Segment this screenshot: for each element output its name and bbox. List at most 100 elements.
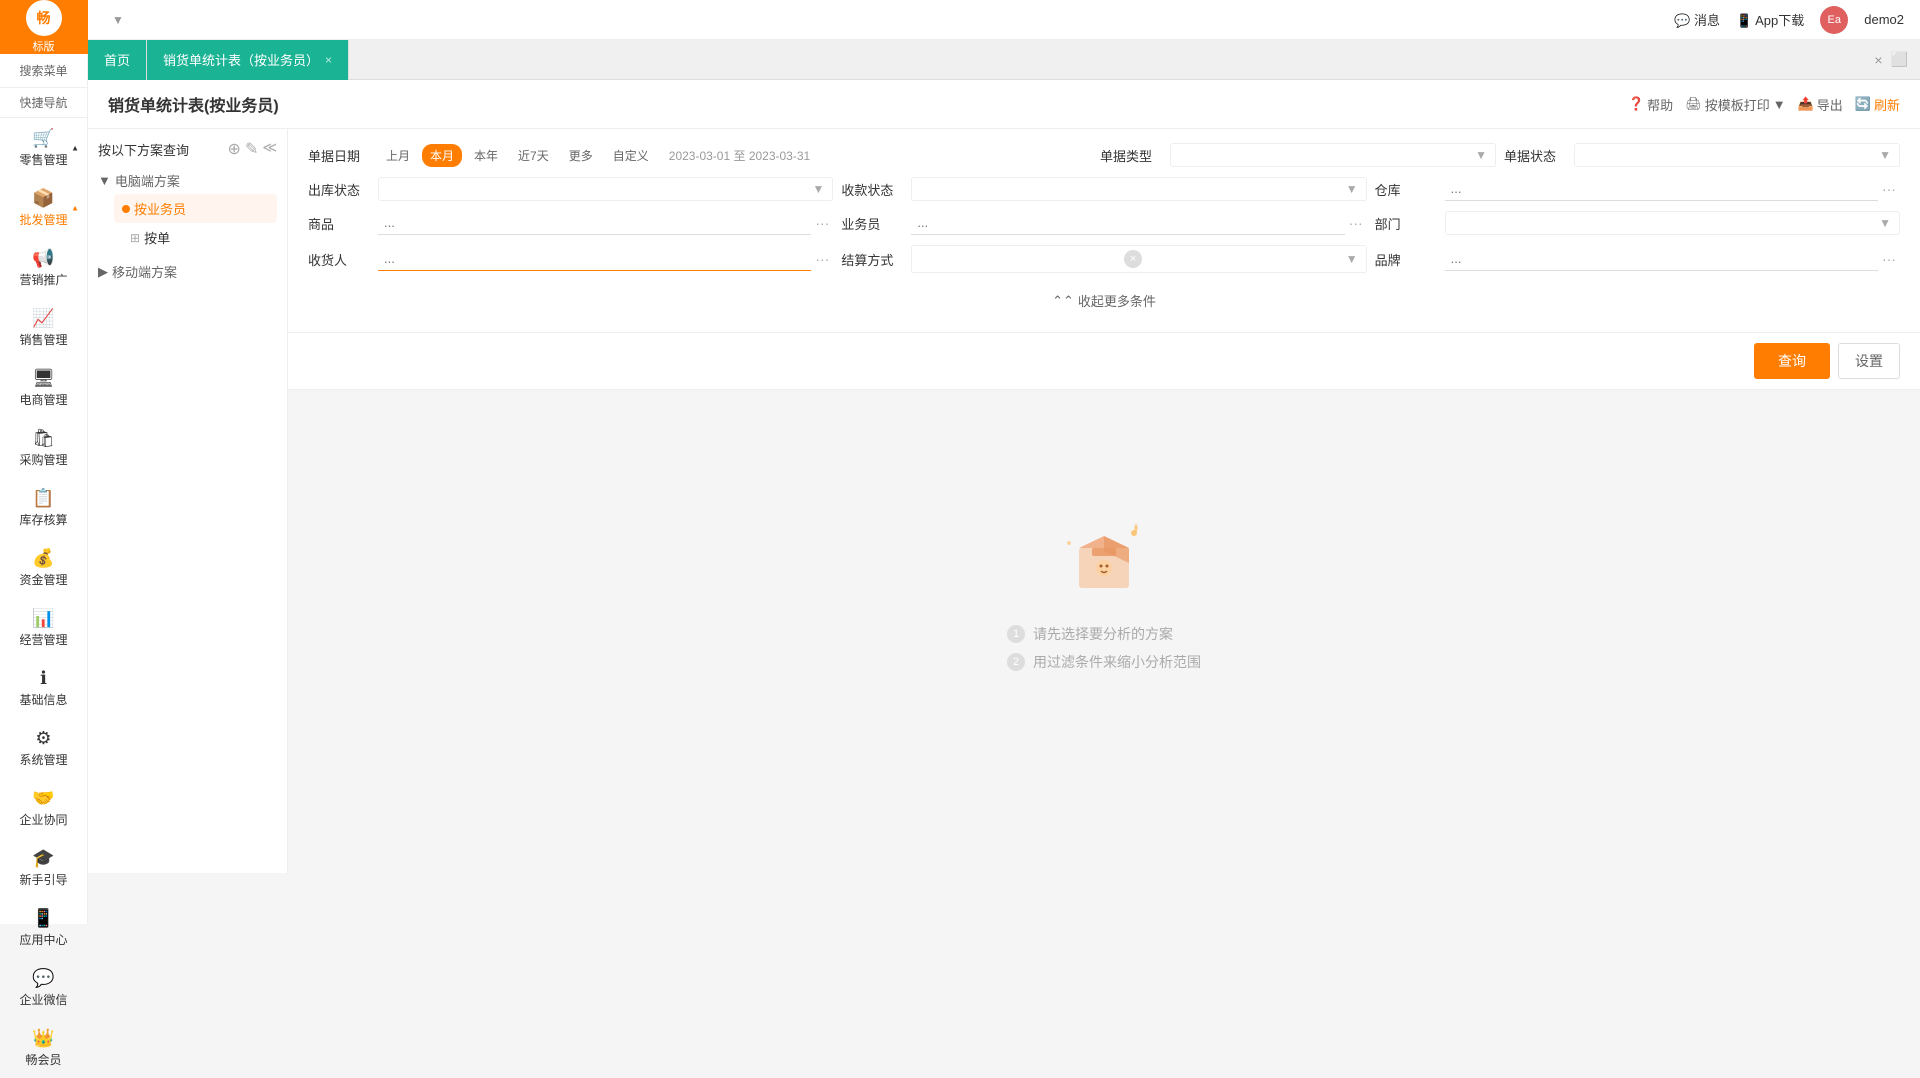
sidebar-item-appcenter[interactable]: 📱 应用中心 (0, 898, 87, 958)
empty-state: 1 请先选择要分析的方案 2 用过滤条件来缩小分析范围 (288, 390, 1920, 790)
doc-type-arrow: ▼ (1475, 148, 1487, 162)
edit-scheme-btn[interactable]: ✎ (245, 139, 258, 159)
quick-nav-label[interactable]: 快捷导航 (19, 96, 67, 110)
date-label: 单据日期 (308, 146, 378, 165)
sidebar-item-member[interactable]: 👑 畅会员 (0, 1018, 87, 1078)
quick-nav-btn[interactable]: 快捷导航 (0, 88, 87, 118)
dept-select[interactable]: ▼ (1445, 211, 1900, 235)
sidebar-item-label: 经营管理 (19, 631, 67, 648)
goods-input[interactable] (378, 211, 811, 235)
sidebar-item-newbie[interactable]: 🎓 新手引导 (0, 838, 87, 898)
print-arrow[interactable]: ▼ (1773, 97, 1786, 112)
help-icon: ❓ (1628, 96, 1644, 112)
filter-brand: 品牌 ··· (1375, 247, 1900, 271)
member-icon: 👑 (32, 1028, 54, 1049)
app-selector-arrow[interactable]: ▼ (112, 13, 124, 27)
empty-hint-1: 1 请先选择要分析的方案 (1007, 624, 1201, 644)
app-download-btn[interactable]: 📱 App下载 (1736, 10, 1804, 29)
date-btn-this-month[interactable]: 本月 (422, 144, 462, 167)
salesperson-input[interactable] (911, 211, 1344, 235)
tab-sales-stat-label: 销货单统计表（按业务员） (163, 50, 319, 69)
search-menu-label[interactable]: 搜索菜单 (19, 64, 67, 78)
collapse-panel-btn[interactable]: ≪ (262, 139, 277, 159)
payment-status-label: 收款状态 (841, 180, 911, 199)
filter-row-1: 单据日期 上月 本月 本年 近7天 更多 自定义 2023-03-01 至 20… (308, 143, 1900, 167)
filter-warehouse: 仓库 ··· (1375, 177, 1900, 201)
scheme-mobile-title[interactable]: ▶ 移动端方案 (98, 258, 277, 285)
help-btn[interactable]: ❓ 帮助 (1628, 95, 1673, 114)
sidebar-item-label: 基础信息 (19, 691, 67, 708)
scheme-by-order[interactable]: ⊞ 按单 (114, 223, 277, 252)
search-menu-btn[interactable]: 搜索菜单 (0, 54, 87, 88)
window-maximize-btn[interactable]: ⬜ (1891, 51, 1908, 68)
date-btn-7days[interactable]: 近7天 (510, 144, 557, 167)
sidebar-item-inventory[interactable]: 📋 库存核算 (0, 478, 87, 538)
payment-status-select[interactable]: ▼ (911, 177, 1366, 201)
brand-label: 品牌 (1375, 250, 1445, 269)
hint-text-1: 请先选择要分析的方案 (1033, 624, 1173, 644)
sidebar-item-finance[interactable]: 💰 资金管理 (0, 538, 87, 598)
user-name[interactable]: demo2 (1864, 12, 1904, 27)
setting-button[interactable]: 设置 (1838, 343, 1900, 379)
sidebar-item-wechat[interactable]: 💬 企业微信 (0, 958, 87, 1018)
sidebar-item-retail[interactable]: 🛒 零售管理 (0, 118, 87, 178)
settle-method-select[interactable]: × ▼ (911, 245, 1366, 273)
warehouse-dots[interactable]: ··· (1878, 181, 1900, 197)
date-btn-more[interactable]: 更多 (561, 144, 601, 167)
tab-bar: 首页 销货单统计表（按业务员） × × ⬜ (88, 40, 1920, 80)
date-btn-last-month[interactable]: 上月 (378, 144, 418, 167)
settle-clear-btn[interactable]: × (1124, 250, 1142, 268)
operations-icon: 📊 (32, 608, 54, 629)
sidebar-item-operations[interactable]: 📊 经营管理 (0, 598, 87, 658)
window-close-btn[interactable]: × (1874, 52, 1882, 68)
tab-home-label: 首页 (104, 50, 130, 69)
sidebar-item-enterprise[interactable]: 🤝 企业协同 (0, 778, 87, 838)
sidebar-item-purchase[interactable]: 🛍 采购管理 (0, 418, 87, 478)
date-btn-this-year[interactable]: 本年 (466, 144, 506, 167)
scheme-mobile-arrow: ▶ (98, 264, 108, 280)
sidebar-item-marketing[interactable]: 📢 营销推广 (0, 238, 87, 298)
salesperson-label: 业务员 (841, 214, 911, 233)
filter-goods: 商品 ··· (308, 211, 833, 235)
add-scheme-btn[interactable]: ⊕ (228, 139, 241, 159)
topnav-left: ▼ (104, 13, 124, 27)
doc-type-select[interactable]: ▼ (1170, 143, 1496, 167)
refresh-btn[interactable]: 🔄 刷新 (1855, 95, 1900, 114)
sales-icon: 📈 (32, 308, 54, 329)
out-status-select[interactable]: ▼ (378, 177, 833, 201)
scheme-desktop-title[interactable]: ▼ 电脑端方案 (98, 167, 277, 194)
user-avatar[interactable]: Ea (1820, 6, 1848, 34)
sidebar-item-label: 企业协同 (19, 811, 67, 828)
wholesale-icon: 📦 (32, 188, 54, 209)
tab-home[interactable]: 首页 (88, 40, 147, 80)
query-button[interactable]: 查询 (1754, 343, 1830, 379)
brand-dots[interactable]: ··· (1878, 251, 1900, 267)
main-area: ▼ 💬 消息 📱 App下载 Ea demo2 首页 销货单统计表（按业务员） … (88, 0, 1920, 924)
left-panel: 按以下方案查询 ⊕ ✎ ≪ ▼ 电脑端方案 按业 (88, 129, 288, 873)
scheme-by-salesperson[interactable]: 按业务员 (114, 194, 277, 223)
collapse-bar[interactable]: ⌃⌃ 收起更多条件 (308, 283, 1900, 318)
tab-sales-stat[interactable]: 销货单统计表（按业务员） × (147, 40, 349, 80)
warehouse-input[interactable] (1445, 177, 1878, 201)
message-btn[interactable]: 💬 消息 (1674, 10, 1720, 29)
consignee-input[interactable] (378, 247, 811, 271)
print-btn[interactable]: 🖨 按模板打印 ▼ (1685, 95, 1785, 114)
filter-date: 单据日期 上月 本月 本年 近7天 更多 自定义 2023-03-01 至 20… (308, 144, 1100, 167)
sidebar-item-system[interactable]: ⚙ 系统管理 (0, 718, 87, 778)
doc-status-select[interactable]: ▼ (1574, 143, 1900, 167)
by-salesperson-label: 按业务员 (134, 199, 186, 218)
salesperson-dots[interactable]: ··· (1345, 215, 1367, 231)
sidebar-item-ecommerce[interactable]: 🖥 电商管理 (0, 358, 87, 418)
sidebar-item-basic[interactable]: ℹ 基础信息 (0, 658, 87, 718)
out-status-label: 出库状态 (308, 180, 378, 199)
consignee-dots[interactable]: ··· (811, 251, 833, 267)
sidebar-item-sales[interactable]: 📈 销售管理 (0, 298, 87, 358)
sidebar-item-wholesale[interactable]: 📦 批发管理 (0, 178, 87, 238)
date-btn-custom[interactable]: 自定义 (605, 144, 657, 167)
export-btn[interactable]: 📤 导出 (1798, 95, 1843, 114)
scheme-mobile: ▶ 移动端方案 (98, 258, 277, 285)
active-dot (122, 205, 130, 213)
brand-input[interactable] (1445, 247, 1878, 271)
goods-dots[interactable]: ··· (811, 215, 833, 231)
tab-close-btn[interactable]: × (325, 53, 332, 67)
